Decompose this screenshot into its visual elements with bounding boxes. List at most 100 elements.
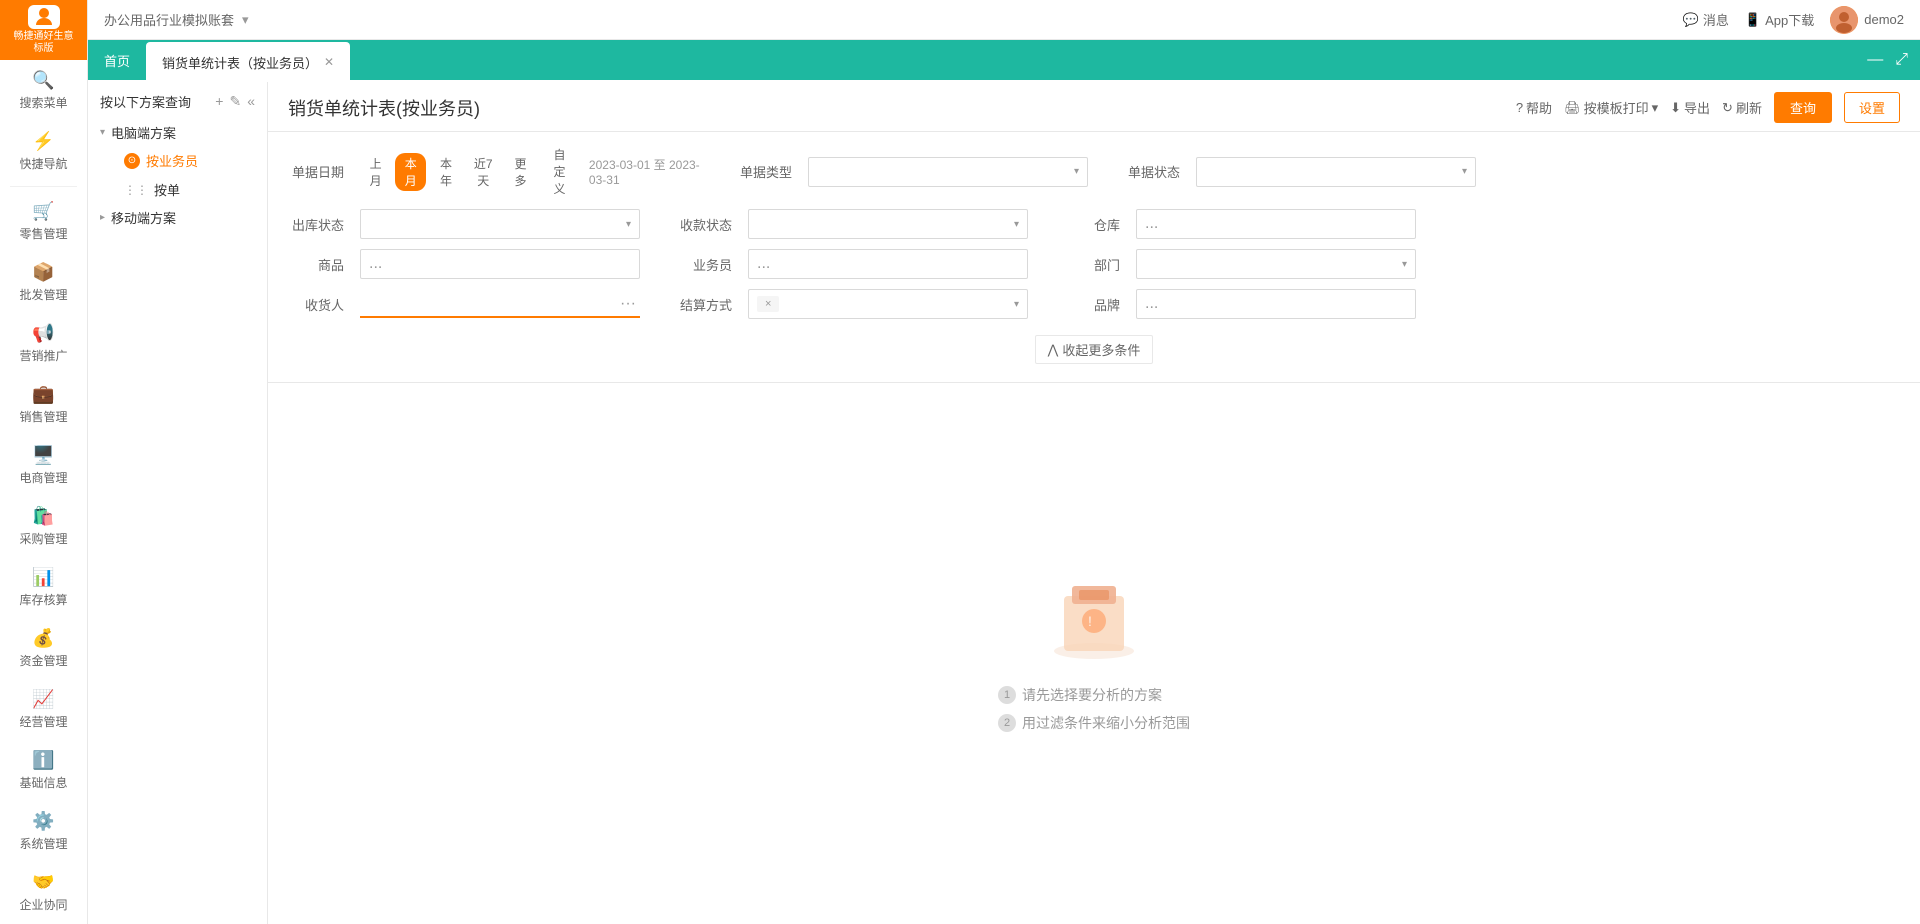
warehouse-dots[interactable]: ... (1145, 215, 1158, 233)
salesperson-select[interactable]: ... (748, 249, 1028, 279)
sidebar-item-wholesale-label: 批发管理 (19, 286, 67, 303)
query-button[interactable]: 查询 (1774, 92, 1832, 123)
user-action[interactable]: demo2 (1830, 6, 1904, 34)
sidebar-item-basic[interactable]: ℹ️ 基础信息 (0, 740, 87, 801)
outbound-select[interactable]: ▾ (360, 209, 640, 239)
help-action[interactable]: ? 帮助 (1516, 98, 1552, 117)
export-action[interactable]: ⬇ 导出 (1670, 98, 1710, 117)
tree-item-mobile-scheme[interactable]: ▸ 移动端方案 (88, 204, 267, 231)
goods-select[interactable]: ... (360, 249, 640, 279)
industry-selector-area: 办公用品行业模拟账套 ▾ (104, 10, 249, 29)
tree-item-pc-scheme[interactable]: ▾ 电脑端方案 (88, 119, 267, 146)
sidebar-item-system[interactable]: ⚙️ 系统管理 (0, 801, 87, 862)
filter-area: 单据日期 上月 本月 本年 近7天 更多 自定义 2023-03-01 至 20… (268, 132, 1920, 383)
payment-select[interactable]: ▾ (748, 209, 1028, 239)
tab-minimize-icon[interactable]: — (1867, 51, 1883, 69)
tab-close-icon[interactable]: ✕ (324, 55, 334, 69)
sidebar-item-retail[interactable]: 🛒 零售管理 (0, 191, 87, 252)
svg-text:!: ! (1088, 613, 1092, 629)
wholesale-icon: 📦 (32, 262, 54, 283)
tip-1-text: 请先选择要分析的方案 (1022, 685, 1162, 705)
finance-icon: 💰 (32, 628, 54, 649)
sidebar-item-sales[interactable]: 💼 销售管理 (0, 374, 87, 435)
date-btn-more[interactable]: 更多 (505, 153, 536, 191)
sidebar-item-purchase-label: 采购管理 (19, 530, 67, 547)
settlement-select[interactable]: × ▾ (748, 289, 1028, 319)
page-title-actions: ? 帮助 🖨 按模板打印 ▾ ⬇ 导出 ↻ 刷新 (1516, 92, 1900, 123)
marketing-icon: 📢 (32, 323, 54, 344)
sidebar-item-basic-label: 基础信息 (19, 774, 67, 791)
receiver-label: 收货人 (288, 295, 344, 314)
sidebar-item-enterprise[interactable]: 🤝 企业协同 (0, 862, 87, 923)
app-download-action[interactable]: 📱 App下载 (1745, 10, 1814, 29)
retail-icon: 🛒 (32, 201, 54, 222)
sidebar-item-inventory[interactable]: 📊 库存核算 (0, 557, 87, 618)
receiver-dots[interactable]: ··· (620, 295, 636, 313)
refresh-action[interactable]: ↻ 刷新 (1722, 98, 1762, 117)
logo-icon (28, 5, 60, 29)
collapse-button[interactable]: ⋀ 收起更多条件 (1035, 335, 1154, 364)
main-area: 办公用品行业模拟账套 ▾ 💬 消息 📱 App下载 demo2 首页 (88, 0, 1920, 924)
sidebar-item-ecom[interactable]: 🖥️ 电商管理 (0, 435, 87, 496)
tab-home[interactable]: 首页 (88, 40, 146, 80)
doc-status-select[interactable]: ▾ (1196, 157, 1476, 187)
quick-nav-icon: ⚡ (32, 131, 54, 152)
department-select[interactable]: ▾ (1136, 249, 1416, 279)
panel-header-icons: + ✎ « (215, 93, 255, 110)
date-btn-this-year[interactable]: 本年 (430, 153, 461, 191)
empty-tips: 1 请先选择要分析的方案 2 用过滤条件来缩小分析范围 (998, 685, 1190, 741)
settlement-tag-close[interactable]: × (765, 298, 771, 310)
sidebar-item-quick-nav[interactable]: ⚡ 快捷导航 (0, 121, 87, 182)
panel-header-title: 按以下方案查询 (100, 92, 191, 111)
logo-text: 畅捷通好生意 标版 (14, 31, 74, 55)
date-btn-this-month[interactable]: 本月 (395, 153, 426, 191)
help-label: 帮助 (1526, 98, 1552, 117)
sidebar-item-operations[interactable]: 📈 经营管理 (0, 679, 87, 740)
avatar (1830, 6, 1858, 34)
sidebar-item-marketing[interactable]: 📢 营销推广 (0, 313, 87, 374)
receiver-input[interactable] (360, 290, 640, 318)
tree-item-by-salesperson[interactable]: ⊙ 按业务员 (108, 146, 267, 175)
template-print-action[interactable]: 🖨 按模板打印 ▾ (1564, 98, 1658, 117)
goods-dots[interactable]: ... (369, 255, 382, 273)
salesperson-dots[interactable]: ... (757, 255, 770, 273)
ecom-icon: 🖥️ (32, 445, 54, 466)
brand-select[interactable]: ... (1136, 289, 1416, 319)
brand-dots[interactable]: ... (1145, 295, 1158, 313)
date-label: 单据日期 (288, 162, 344, 181)
date-btn-last-7days[interactable]: 近7天 (466, 153, 501, 191)
message-action[interactable]: 💬 消息 (1683, 10, 1729, 29)
tab-actions: — ⤢ (1855, 51, 1920, 69)
sidebar-item-wholesale[interactable]: 📦 批发管理 (0, 252, 87, 313)
date-btn-last-month[interactable]: 上月 (360, 153, 391, 191)
panel-add-icon[interactable]: + (215, 93, 223, 110)
date-btn-custom[interactable]: 自定义 (540, 144, 579, 199)
print-icon: 🖨 (1564, 100, 1581, 116)
collapse-row: ⋀ 收起更多条件 (288, 329, 1900, 370)
sales-icon: 💼 (32, 384, 54, 405)
sidebar-item-search[interactable]: 🔍 搜索菜单 (0, 60, 87, 121)
tree-label-mobile: 移动端方案 (111, 208, 176, 227)
industry-dropdown-icon[interactable]: ▾ (242, 12, 249, 28)
print-dropdown-icon: ▾ (1652, 100, 1659, 116)
panel-collapse-icon[interactable]: « (247, 93, 255, 110)
app-download-label: App下载 (1765, 10, 1814, 29)
industry-label: 办公用品行业模拟账套 (104, 10, 234, 29)
panel-edit-icon[interactable]: ✎ (229, 93, 241, 110)
warehouse-select[interactable]: ... (1136, 209, 1416, 239)
order-icon: ⋮⋮ (124, 183, 148, 197)
doc-status-label: 单据状态 (1124, 162, 1180, 181)
tab-maximize-icon[interactable]: ⤢ (1895, 51, 1908, 69)
tab-sales-stat[interactable]: 销货单统计表（按业务员） ✕ (146, 42, 350, 82)
settings-button[interactable]: 设置 (1844, 92, 1900, 123)
date-control: 上月 本月 本年 近7天 更多 自定义 2023-03-01 至 2023-03… (360, 144, 700, 199)
sidebar-item-purchase[interactable]: 🛍️ 采购管理 (0, 496, 87, 557)
sidebar-item-retail-label: 零售管理 (19, 225, 67, 242)
sidebar-item-finance[interactable]: 💰 资金管理 (0, 618, 87, 679)
search-icon: 🔍 (32, 70, 54, 91)
tree-icon-salesperson: ⊙ (124, 153, 140, 169)
tree-arrow-mobile: ▸ (100, 212, 105, 223)
tree-item-by-order[interactable]: ⋮⋮ 按单 (108, 175, 267, 204)
doc-type-select[interactable]: ▾ (808, 157, 1088, 187)
tree-sub-pc: ⊙ 按业务员 ⋮⋮ 按单 (88, 146, 267, 204)
